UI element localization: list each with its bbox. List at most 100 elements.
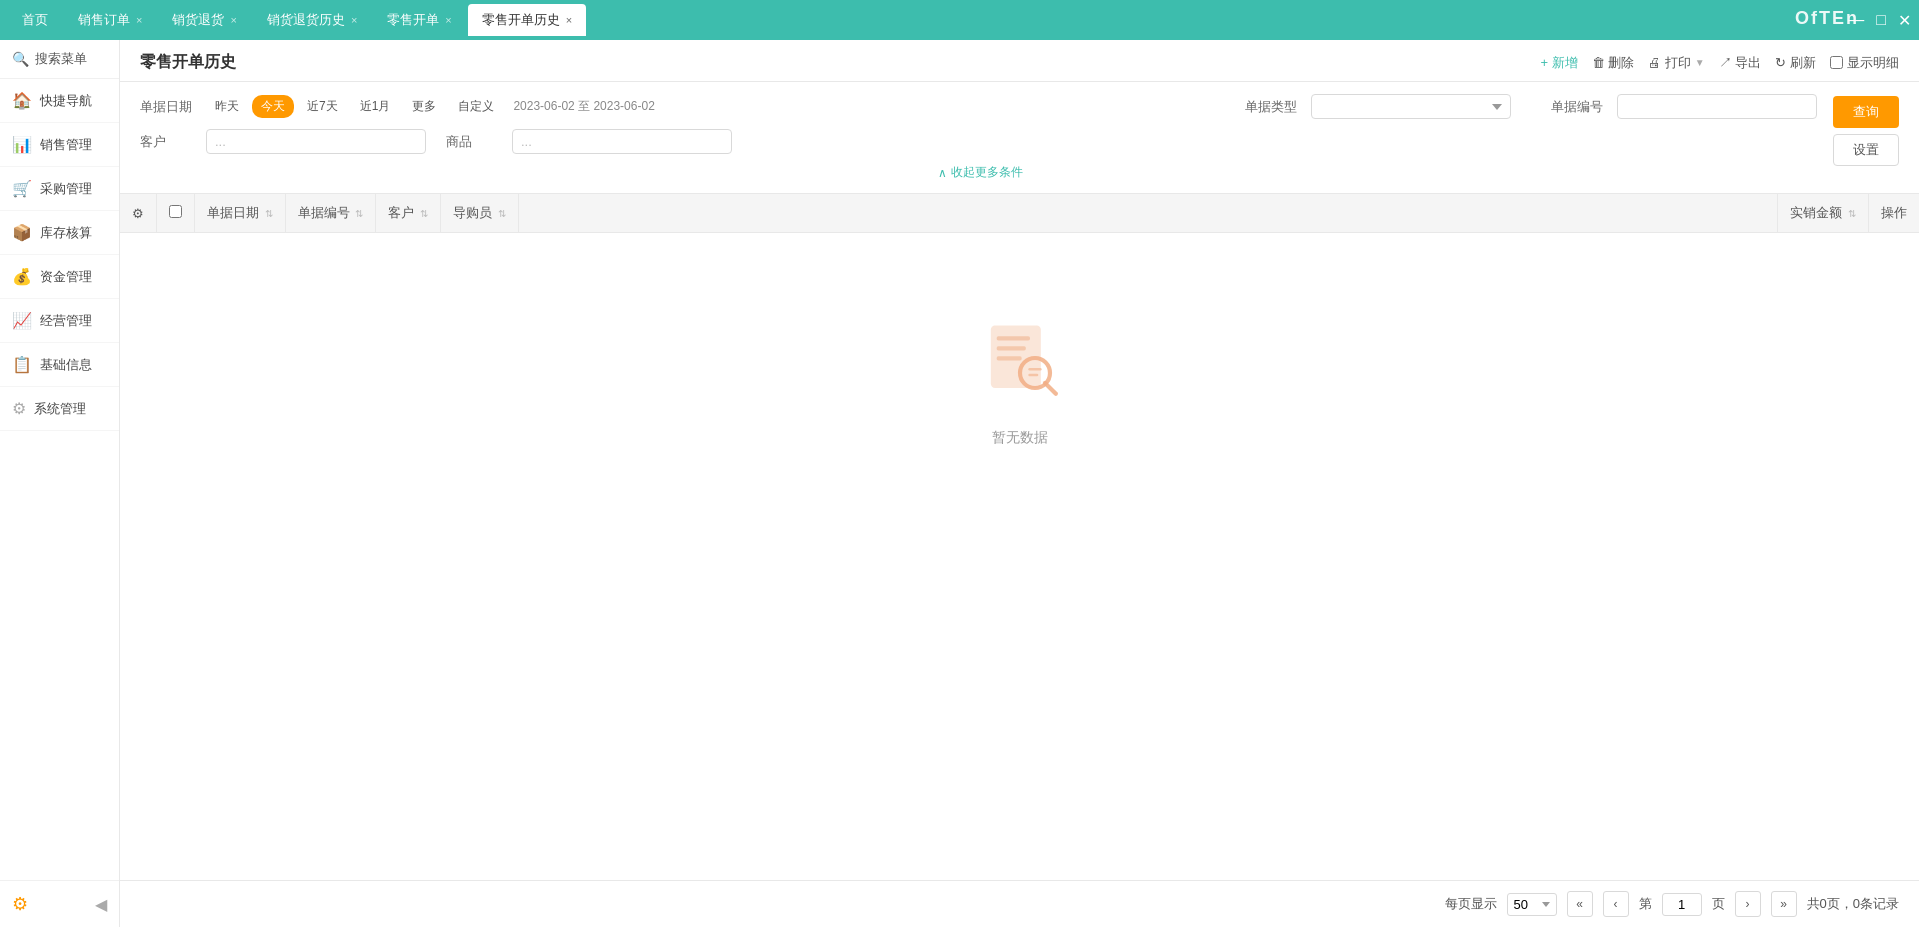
date-btn-yesterday[interactable]: 昨天 [206, 95, 248, 118]
close-btn[interactable]: ✕ [1898, 11, 1911, 30]
svg-rect-1 [996, 336, 1029, 340]
main-layout: 🔍 搜索菜单 🏠 快捷导航 📊 销售管理 🛒 采购管理 📦 库存核算 💰 资金管… [0, 40, 1919, 927]
tab-retail-order[interactable]: 零售开单 × [373, 4, 465, 36]
sidebar-item-ops-mgmt[interactable]: 📈 经营管理 [0, 299, 119, 343]
sidebar-search[interactable]: 🔍 搜索菜单 [0, 40, 119, 79]
th-date-sort[interactable]: ⇅ [265, 208, 273, 219]
sidebar-item-basic-info-label: 基础信息 [40, 356, 92, 374]
sidebar-item-purchase-mgmt[interactable]: 🛒 采购管理 [0, 167, 119, 211]
tab-sales-order[interactable]: 销售订单 × [64, 4, 156, 36]
customer-filter-input[interactable]: ... [206, 129, 426, 154]
add-button[interactable]: + 新增 [1540, 54, 1577, 72]
date-btn-7days[interactable]: 近7天 [298, 95, 347, 118]
refresh-button[interactable]: ↻ 刷新 [1775, 54, 1816, 72]
th-settings[interactable]: ⚙ [120, 194, 157, 233]
add-label: + 新增 [1540, 54, 1577, 72]
tab-sales-return-history[interactable]: 销货退货历史 × [253, 4, 371, 36]
goods-filter-input[interactable]: ... [512, 129, 732, 154]
order-no-filter-input[interactable] [1617, 94, 1817, 119]
sidebar-collapse-icon[interactable]: ◀ [95, 895, 107, 914]
date-btn-custom[interactable]: 自定义 [449, 95, 503, 118]
tab-retail-order-history-close[interactable]: × [566, 14, 572, 26]
tab-sales-order-close[interactable]: × [136, 14, 142, 26]
svg-rect-2 [996, 346, 1025, 350]
tab-sales-return-history-close[interactable]: × [351, 14, 357, 26]
th-customer-label: 客户 [388, 205, 414, 220]
table-area: ⚙ 单据日期 ⇅ 单据编号 ⇅ [120, 194, 1919, 880]
per-page-select[interactable]: 50 10 20 100 [1507, 893, 1557, 916]
date-btn-1month[interactable]: 近1月 [351, 95, 400, 118]
th-amount-sort[interactable]: ⇅ [1848, 208, 1856, 219]
sidebar-item-fund-mgmt-label: 资金管理 [40, 268, 92, 286]
display-toggle-label: 显示明细 [1847, 54, 1899, 72]
stock-icon: 📦 [12, 223, 32, 242]
tab-bar: 首页 销售订单 × 销货退货 × 销货退货历史 × 零售开单 × 零售开单历史 … [0, 0, 1919, 40]
date-btn-more[interactable]: 更多 [403, 95, 445, 118]
query-button[interactable]: 查询 [1833, 96, 1899, 128]
display-toggle-checkbox[interactable] [1830, 56, 1843, 69]
th-order-no-sort[interactable]: ⇅ [355, 208, 363, 219]
th-date[interactable]: 单据日期 ⇅ [195, 194, 286, 233]
basic-icon: 📋 [12, 355, 32, 374]
sidebar-item-sales-mgmt[interactable]: 📊 销售管理 [0, 123, 119, 167]
display-toggle[interactable]: 显示明细 [1830, 54, 1899, 72]
content-area: 零售开单历史 + 新增 🗑 删除 🖨 打印 ▼ ↗ 导出 ↻ 刷新 [120, 40, 1919, 927]
collapse-btn[interactable]: ∧ 收起更多条件 [144, 164, 1817, 181]
print-dropdown-icon[interactable]: ▼ [1695, 57, 1705, 68]
brand-logo: OfTEn [1795, 8, 1859, 29]
prev-page-icon: ‹ [1614, 897, 1618, 911]
type-filter-select[interactable] [1311, 94, 1511, 119]
tab-sales-order-label: 销售订单 [78, 11, 130, 29]
tab-retail-order-history[interactable]: 零售开单历史 × [468, 4, 586, 36]
search-icon: 🔍 [12, 51, 29, 67]
th-customer-sort[interactable]: ⇅ [420, 208, 428, 219]
th-customer[interactable]: 客户 ⇅ [376, 194, 441, 233]
th-spacer [518, 194, 1778, 233]
settings-button[interactable]: 设置 [1833, 134, 1899, 166]
delete-button[interactable]: 🗑 删除 [1592, 54, 1635, 72]
ops-icon: 📈 [12, 311, 32, 330]
tab-home[interactable]: 首页 [8, 4, 62, 36]
collapse-label: 收起更多条件 [951, 164, 1023, 181]
th-action: 操作 [1869, 194, 1920, 233]
date-btn-today[interactable]: 今天 [252, 95, 294, 118]
sidebar-item-sales-mgmt-label: 销售管理 [40, 136, 92, 154]
sidebar-item-stock-calc[interactable]: 📦 库存核算 [0, 211, 119, 255]
sidebar-item-basic-info[interactable]: 📋 基础信息 [0, 343, 119, 387]
data-table: ⚙ 单据日期 ⇅ 单据编号 ⇅ [120, 194, 1919, 233]
print-label: 🖨 打印 [1648, 54, 1691, 72]
sidebar-item-quick-nav[interactable]: 🏠 快捷导航 [0, 79, 119, 123]
export-button[interactable]: ↗ 导出 [1719, 54, 1762, 72]
svg-rect-3 [996, 356, 1021, 360]
sidebar-item-sys-mgmt[interactable]: ⚙ 系统管理 [0, 387, 119, 431]
th-amount[interactable]: 实销金额 ⇅ [1778, 194, 1869, 233]
date-filter-btns: 昨天 今天 近7天 近1月 更多 自定义 [206, 95, 503, 118]
page-input[interactable] [1662, 893, 1702, 916]
prev-page-btn[interactable]: ‹ [1603, 891, 1629, 917]
maximize-btn[interactable]: □ [1876, 11, 1886, 30]
last-page-btn[interactable]: » [1771, 891, 1797, 917]
th-checkbox[interactable] [157, 194, 195, 233]
first-page-icon: « [1576, 897, 1583, 911]
select-all-checkbox[interactable] [169, 205, 182, 218]
per-page-label: 每页显示 [1445, 895, 1497, 913]
page-title: 零售开单历史 [140, 52, 236, 73]
settings-icon[interactable]: ⚙ [132, 206, 144, 221]
tab-sales-return-close[interactable]: × [230, 14, 236, 26]
home-icon: 🏠 [12, 91, 32, 110]
th-salesperson-label: 导购员 [453, 205, 492, 220]
th-salesperson-sort[interactable]: ⇅ [498, 208, 506, 219]
tab-retail-order-close[interactable]: × [445, 14, 451, 26]
filter-row-2: 客户 ... 商品 ... [140, 129, 1817, 154]
next-page-btn[interactable]: › [1735, 891, 1761, 917]
sidebar-item-fund-mgmt[interactable]: 💰 资金管理 [0, 255, 119, 299]
filter-row-1: 单据日期 昨天 今天 近7天 近1月 更多 自定义 2023-06-02 至 2… [140, 94, 1817, 119]
print-button[interactable]: 🖨 打印 ▼ [1648, 54, 1705, 72]
sidebar-settings-icon[interactable]: ⚙ [12, 893, 28, 915]
tab-sales-return[interactable]: 销货退货 × [158, 4, 250, 36]
th-order-no[interactable]: 单据编号 ⇅ [285, 194, 376, 233]
th-salesperson[interactable]: 导购员 ⇅ [440, 194, 518, 233]
filter-area: 单据日期 昨天 今天 近7天 近1月 更多 自定义 2023-06-02 至 2… [120, 82, 1919, 194]
first-page-btn[interactable]: « [1567, 891, 1593, 917]
sidebar-item-sys-mgmt-label: 系统管理 [34, 400, 86, 418]
